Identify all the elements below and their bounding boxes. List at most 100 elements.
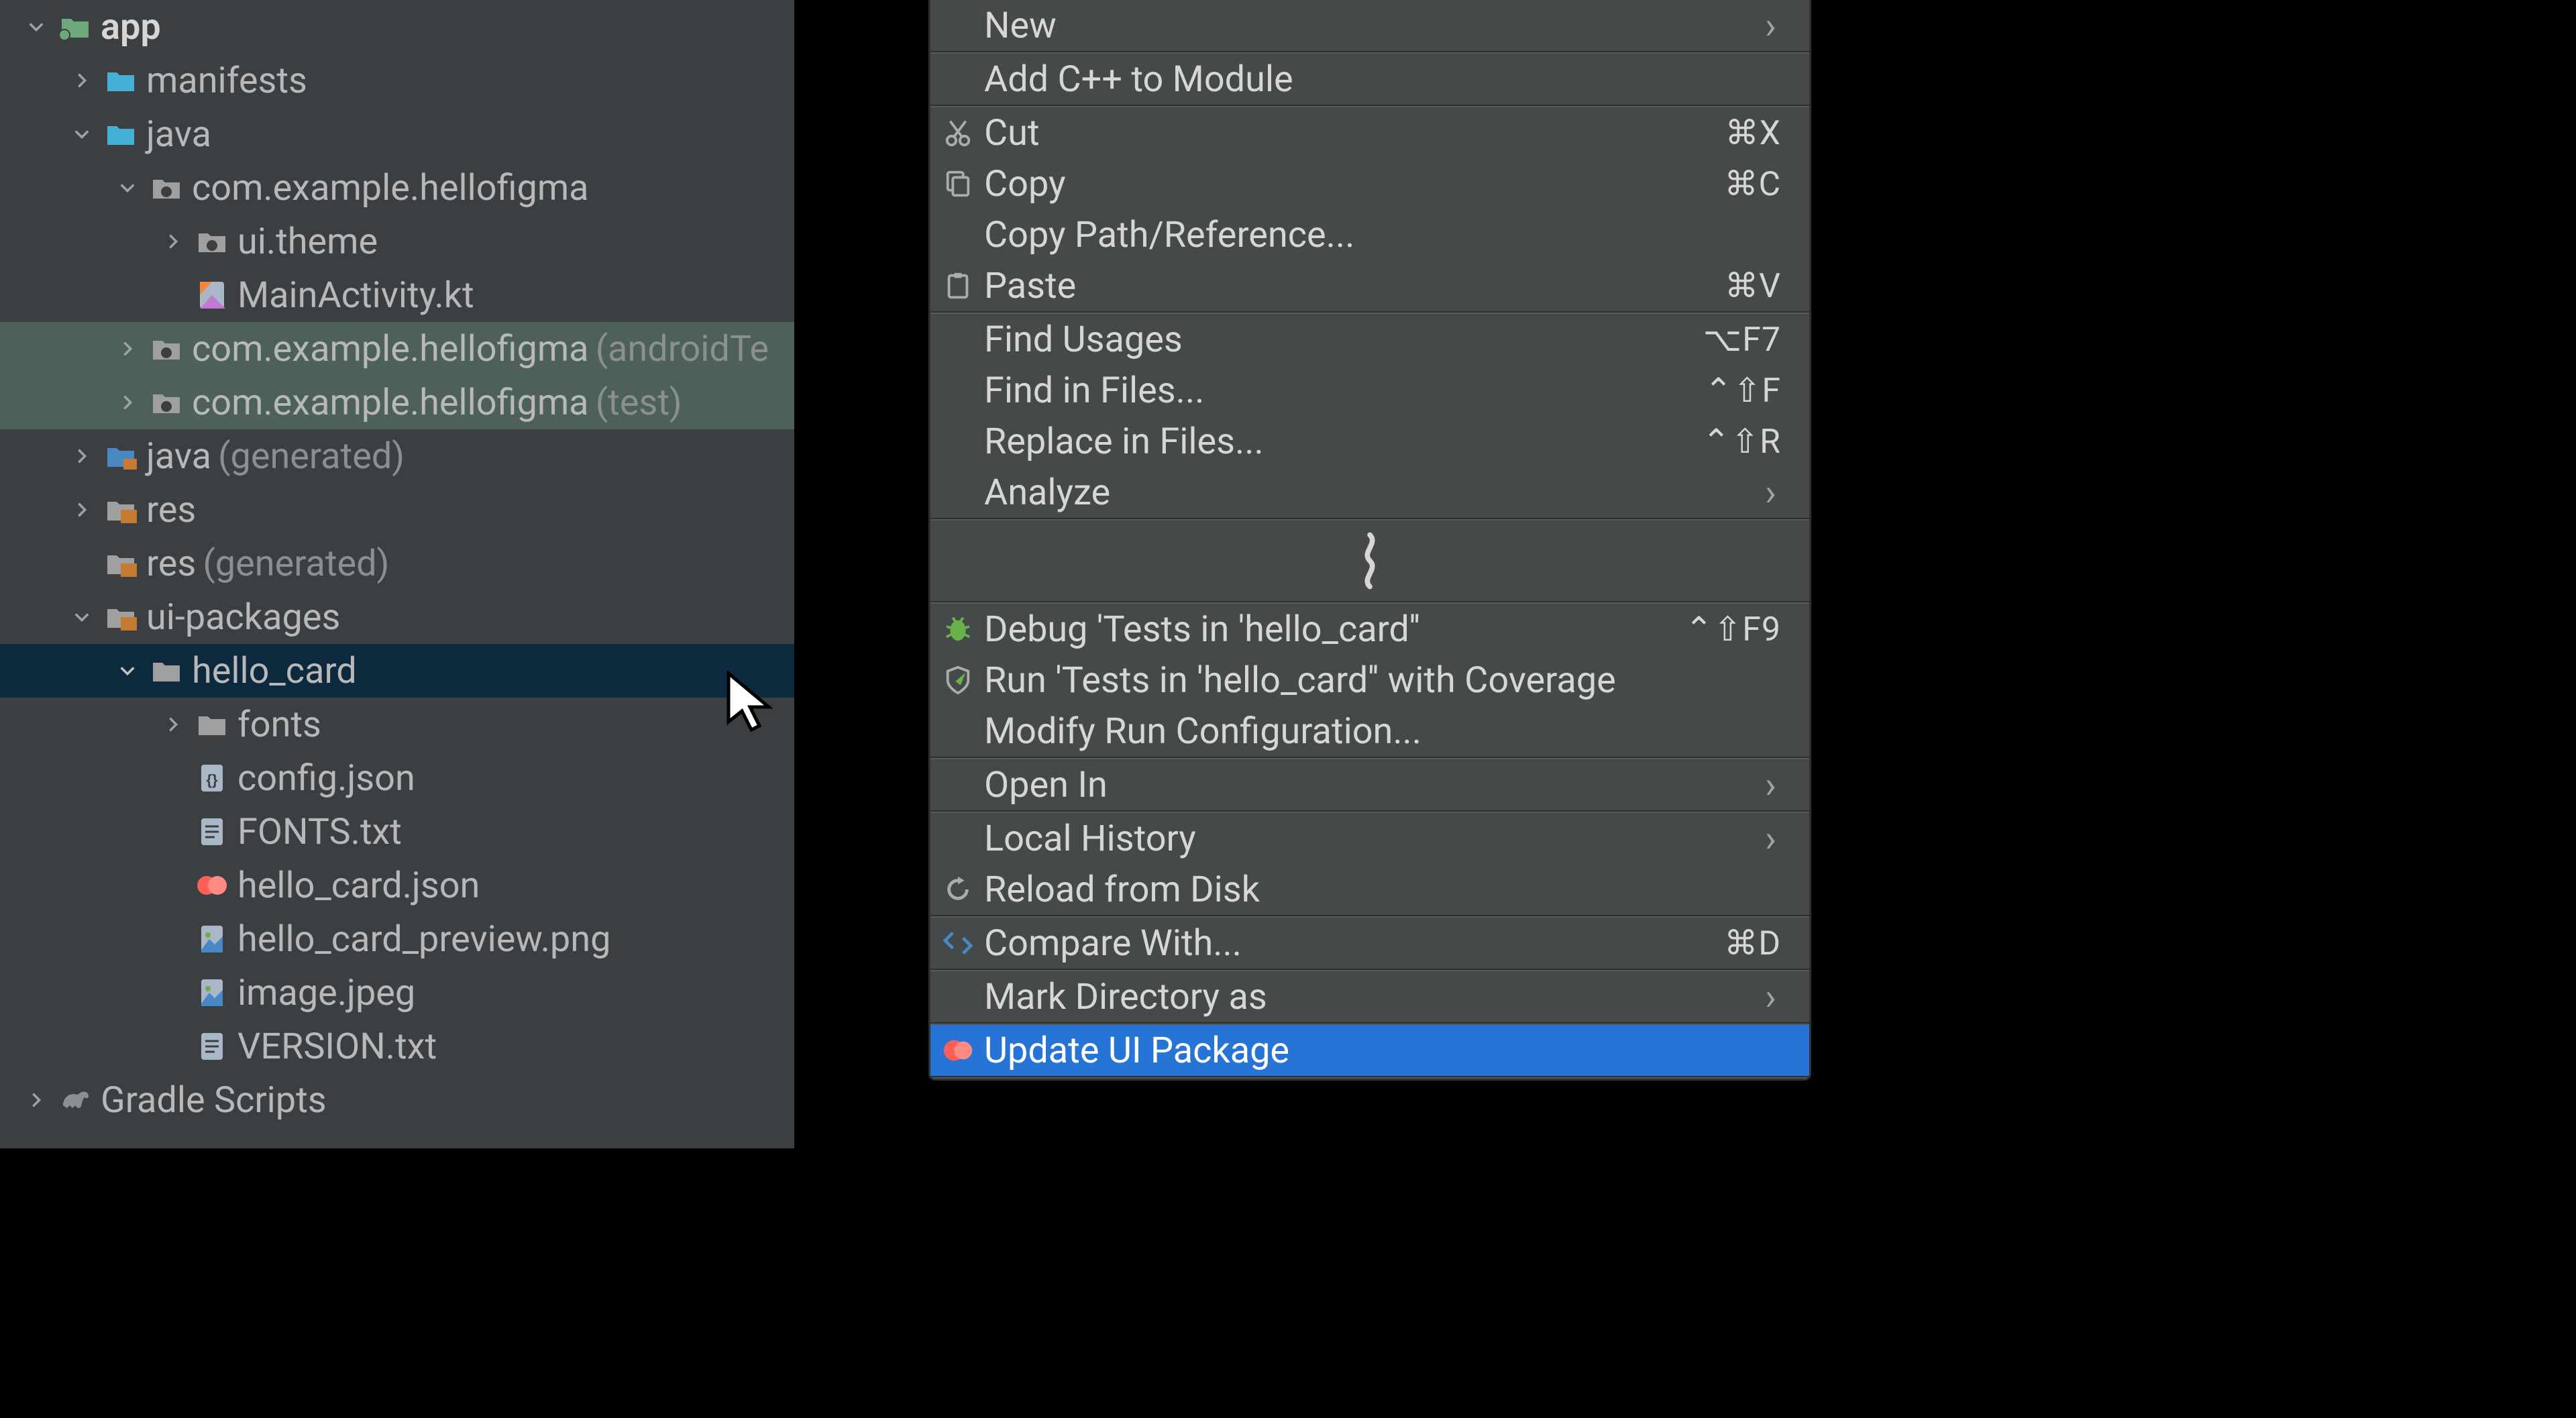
debug-icon [943,614,973,645]
folder-grey-icon [150,655,182,687]
menu-copy-path[interactable]: Copy Path/Reference... [930,209,1809,260]
menu-modify-run[interactable]: Modify Run Configuration... [930,706,1809,757]
menu-update-ui-package[interactable]: Update UI Package [930,1025,1809,1076]
tree-node-version-txt[interactable]: VERSION.txt [0,1020,794,1073]
menu-label-debug-tests: Debug 'Tests in 'hello_card'' [984,608,1684,651]
tree-label-java-gen: java [146,435,211,478]
text-file-icon [196,816,228,848]
tree-label-ui-theme: ui.theme [237,221,378,263]
svg-text:{}: {} [206,771,218,788]
tree-node-fonts-txt[interactable]: FONTS.txt [0,805,794,859]
menu-find-in-files[interactable]: Find in Files... ⌃⇧F [930,365,1809,416]
tree-node-preview-png[interactable]: hello_card_preview.png [0,912,794,966]
tree-node-main-activity[interactable]: MainActivity.kt [0,268,794,322]
chevron-down-icon[interactable] [118,661,137,680]
folder-icon [105,118,137,150]
menu-add-cpp[interactable]: Add C++ to Module [930,54,1809,105]
menu-label-mark-dir: Mark Directory as [984,976,1765,1018]
menu-new[interactable]: New › [930,0,1809,51]
submenu-arrow-icon: › [1765,474,1781,511]
chevron-right-icon[interactable] [27,1091,46,1109]
menu-analyze[interactable]: Analyze › [930,467,1809,518]
tree-node-res[interactable]: res [0,483,794,537]
tree-label-hello-card-json: hello_card.json [237,865,480,907]
image-file-icon [196,977,228,1009]
chevron-right-icon[interactable] [72,500,91,519]
menu-mark-directory[interactable]: Mark Directory as › [930,971,1809,1022]
res-folder-icon [105,547,137,580]
tree-label-manifests: manifests [146,60,307,102]
chevron-right-icon[interactable] [118,339,137,358]
res-folder-icon [105,601,137,633]
tree-node-java[interactable]: java [0,107,794,161]
menu-debug-tests[interactable]: Debug 'Tests in 'hello_card'' ⌃⇧F9 [930,604,1809,655]
cut-icon [943,117,973,148]
tree-suffix-java-gen: (generated) [218,435,405,478]
chevron-right-icon[interactable] [164,232,182,251]
tree-node-gradle[interactable]: Gradle Scripts [0,1073,794,1127]
chevron-blank [164,822,182,841]
chevron-blank [72,554,91,573]
menu-label-paste: Paste [984,265,1725,307]
menu-label-usages: Find Usages [984,319,1703,361]
tree-label-fonts: fonts [237,704,321,746]
chevron-down-icon[interactable] [27,17,46,36]
project-tree: app manifests java com.example.hellofigm… [0,0,794,1148]
chevron-right-icon[interactable] [118,393,137,412]
tree-label-test: com.example.hellofigma [192,382,589,424]
tree-node-pkg-androidtest[interactable]: com.example.hellofigma (androidTe [0,322,794,376]
chevron-blank [164,876,182,895]
chevron-right-icon[interactable] [72,447,91,466]
menu-label-cut: Cut [984,112,1725,154]
tree-label-gradle: Gradle Scripts [101,1079,327,1122]
menu-compare-with[interactable]: Compare With... ⌘D [930,918,1809,969]
menu-shortcut-find-files: ⌃⇧F [1705,371,1781,411]
tree-node-ui-packages[interactable]: ui-packages [0,590,794,644]
paste-icon [943,270,973,301]
chevron-right-icon[interactable] [164,715,182,734]
submenu-arrow-icon: › [1765,978,1781,1016]
menu-cut[interactable]: Cut ⌘X [930,107,1809,158]
tree-node-pkg-main[interactable]: com.example.hellofigma [0,161,794,215]
package-folder-icon [150,172,182,204]
menu-replace-in-files[interactable]: Replace in Files... ⌃⇧R [930,416,1809,467]
tree-suffix-androidtest: (androidTe [596,328,769,370]
res-folder-icon [105,494,137,526]
menu-label-open-in: Open In [984,764,1765,806]
image-file-icon [196,923,228,955]
package-folder-icon [150,386,182,419]
tree-node-app[interactable]: app [0,0,794,54]
tree-node-res-gen[interactable]: res (generated) [0,537,794,590]
menu-label-reload: Reload from Disk [984,869,1781,911]
tree-node-config-json[interactable]: {} config.json [0,751,794,805]
text-file-icon [196,1030,228,1062]
tree-label-pkg-main: com.example.hellofigma [192,167,589,209]
tree-node-pkg-test[interactable]: com.example.hellofigma (test) [0,376,794,429]
tree-node-java-gen[interactable]: java (generated) [0,429,794,483]
menu-find-usages[interactable]: Find Usages ⌥F7 [930,314,1809,365]
chevron-down-icon[interactable] [72,125,91,144]
tree-node-image-jpeg[interactable]: image.jpeg [0,966,794,1020]
tree-label-preview-png: hello_card_preview.png [237,918,610,961]
menu-open-in[interactable]: Open In › [930,759,1809,810]
submenu-arrow-icon: › [1765,820,1781,857]
tree-node-hello-card[interactable]: hello_card [0,644,794,698]
chevron-right-icon[interactable] [72,71,91,90]
menu-run-coverage[interactable]: Run 'Tests in 'hello_card'' with Coverag… [930,655,1809,706]
tree-label-hello-card: hello_card [192,650,357,692]
chevron-blank [164,769,182,787]
menu-shortcut-cut: ⌘X [1725,113,1781,153]
tree-node-fonts[interactable]: fonts [0,698,794,751]
menu-reload-disk[interactable]: Reload from Disk [930,864,1809,915]
menu-copy[interactable]: Copy ⌘C [930,158,1809,209]
menu-paste[interactable]: Paste ⌘V [930,260,1809,311]
menu-local-history[interactable]: Local History › [930,813,1809,864]
menu-shortcut-copy: ⌘C [1724,164,1781,204]
chevron-down-icon[interactable] [72,608,91,626]
tree-node-manifests[interactable]: manifests [0,54,794,107]
tree-node-hello-card-json[interactable]: hello_card.json [0,859,794,912]
menu-shortcut-replace: ⌃⇧R [1702,422,1781,461]
tree-node-ui-theme[interactable]: ui.theme [0,215,794,268]
chevron-down-icon[interactable] [118,178,137,197]
menu-label-local-history: Local History [984,818,1765,860]
